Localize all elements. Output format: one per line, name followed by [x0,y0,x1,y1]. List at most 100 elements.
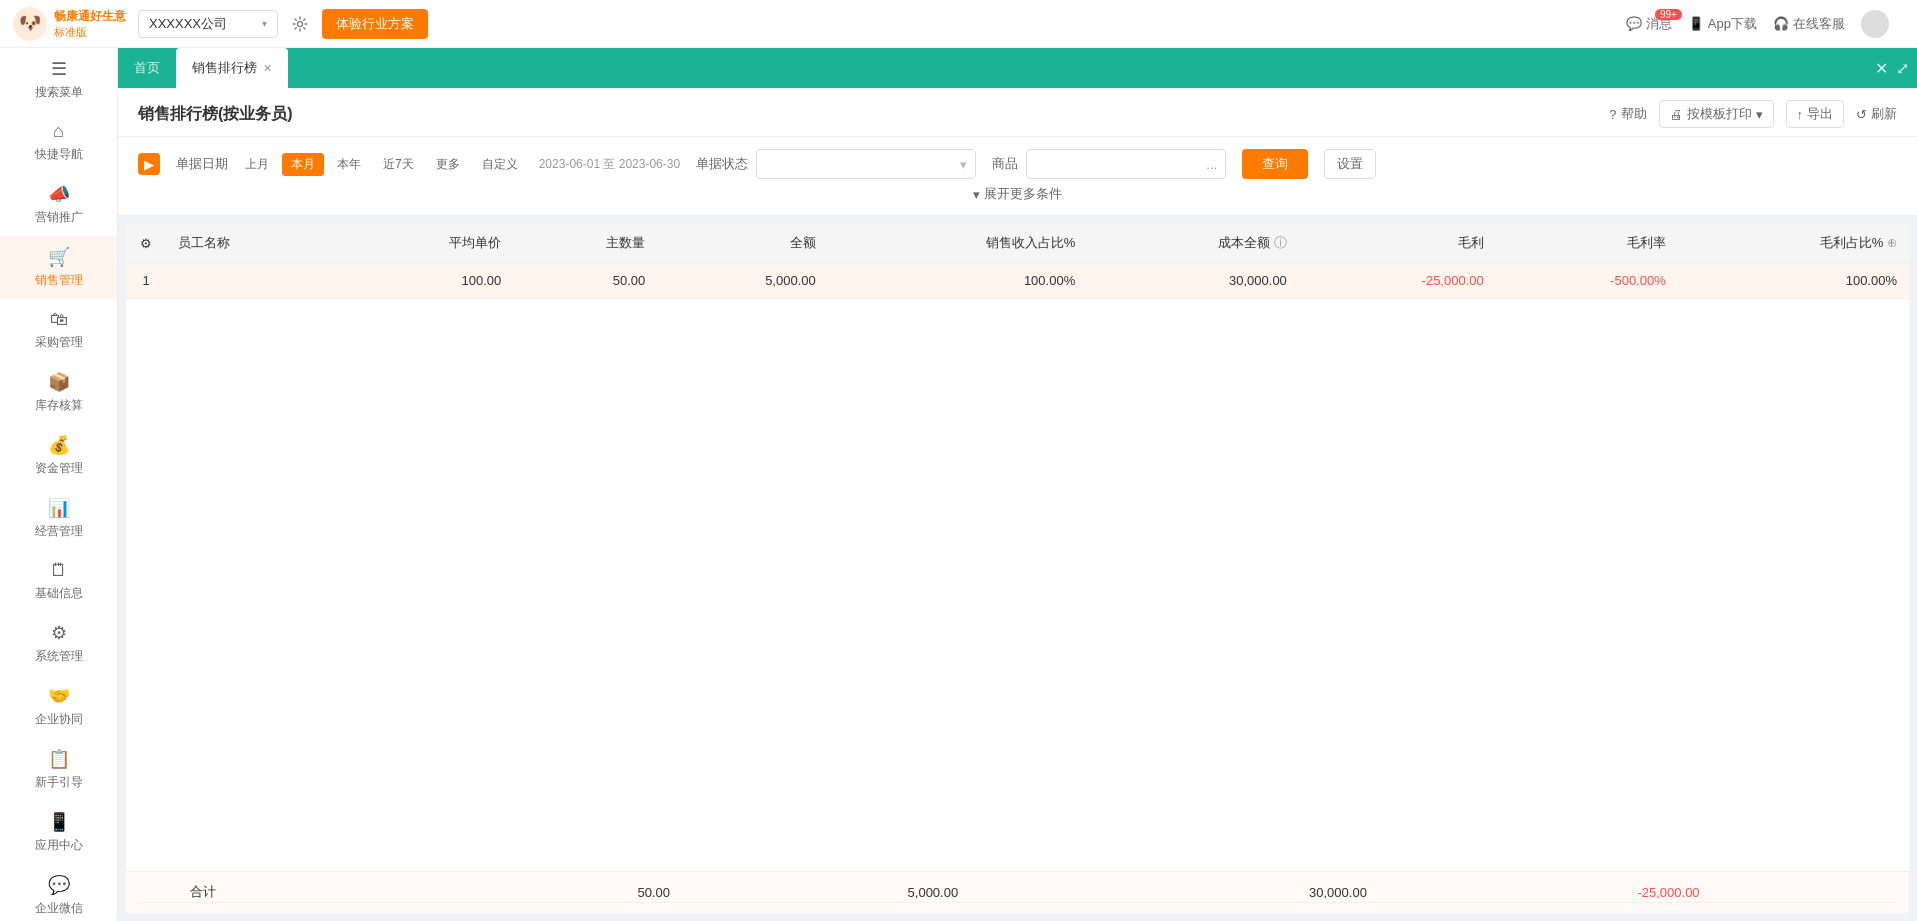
tab-sales-rank-label: 销售排行榜 [192,59,257,77]
headset-icon: 🎧 [1773,16,1789,31]
sidebar-label-operations: 经营管理 [35,523,83,540]
footer-row: 合计 50.00 5,000.00 30,000.00 -25,000.00 [138,882,1897,903]
gear-icon [292,16,308,32]
beginner-icon: 📋 [48,748,70,770]
logo-icon: 🐶 [12,6,48,42]
sidebar-item-quick-nav[interactable]: ⌂ 快捷导航 [0,111,117,173]
tab-home[interactable]: 首页 [118,48,176,88]
qty-cell: 50.00 [513,263,657,299]
print-chevron-icon: ▾ [1756,107,1763,122]
th-settings[interactable]: ⚙ [126,224,166,263]
sales-pct-cell: 100.00% [828,263,1087,299]
date-btn-7days[interactable]: 近7天 [374,153,423,176]
date-btn-this-month[interactable]: 本月 [282,153,324,176]
sidebar-item-wechat[interactable]: 💬 企业微信 [0,864,117,921]
logo: 🐶 畅康通好生意 标准版 [12,6,130,42]
sidebar-item-system[interactable]: ⚙ 系统管理 [0,612,117,675]
footer-table: 合计 50.00 5,000.00 30,000.00 -25,000.00 [138,882,1897,903]
footer-cost: 30,000.00 [1063,882,1379,903]
finance-icon: 💰 [48,434,70,456]
sidebar-label-sales: 销售管理 [35,272,83,289]
sidebar-label-wechat: 企业微信 [35,900,83,917]
company-selector[interactable]: XXXXXX公司 ▾ [138,10,278,38]
sales-rank-table: ⚙ 员工名称 平均单价 主数量 全额 销售收入占比% 成本全额 ⓘ 毛利 毛利率… [126,224,1909,299]
footer-label: 合计 [178,882,371,903]
more-icon[interactable]: ... [1206,157,1217,172]
sidebar: ☰ 搜索菜单 ⌂ 快捷导航 📣 营销推广 🛒 销售管理 🛍 采购管理 📦 库存核… [0,48,118,921]
refresh-icon: ↺ [1856,107,1867,122]
status-select[interactable]: ▾ [756,149,976,179]
query-button[interactable]: 查询 [1242,149,1308,179]
status-filter-group: 单据状态 ▾ [696,149,976,179]
date-btn-last-month[interactable]: 上月 [236,153,278,176]
settings-icon-btn[interactable] [286,10,314,38]
goods-select[interactable]: ... [1026,149,1226,179]
online-service-button[interactable]: 🎧 在线客服 [1773,15,1845,33]
sidebar-label-search: 搜索菜单 [35,84,83,101]
print-icon: 🖨 [1670,107,1683,122]
sidebar-item-operations[interactable]: 📊 经营管理 [0,487,117,550]
phone-icon: 📱 [1688,16,1704,31]
sidebar-item-app-center[interactable]: 📱 应用中心 [0,801,117,864]
footer-sales-pct [970,882,1063,903]
avg-price-cell: 100.00 [340,263,514,299]
date-btn-more[interactable]: 更多 [427,153,469,176]
gross-pct-settings-icon[interactable]: ⊕ [1887,235,1897,250]
th-amount: 全额 [657,224,827,263]
gross-pct-cell: 100.00% [1678,263,1909,299]
date-btn-custom[interactable]: 自定义 [473,153,527,176]
cost-cell: 30,000.00 [1087,263,1299,299]
sidebar-item-beginner[interactable]: 📋 新手引导 [0,738,117,801]
sidebar-item-purchase[interactable]: 🛍 采购管理 [0,299,117,361]
filter-expand-button[interactable]: ▶ [138,153,160,175]
sidebar-item-marketing[interactable]: 📣 营销推广 [0,173,117,236]
chevron-down-icon: ▾ [262,18,267,29]
svg-point-2 [298,21,303,26]
sidebar-item-inventory[interactable]: 📦 库存核算 [0,361,117,424]
sidebar-label-beginner: 新手引导 [35,774,83,791]
trial-button[interactable]: 体验行业方案 [322,9,428,39]
print-template-button[interactable]: 🖨 按模板打印 ▾ [1659,100,1774,128]
export-button[interactable]: ↑ 导出 [1786,100,1845,128]
sidebar-label-purchase: 采购管理 [35,334,83,351]
sidebar-item-sales[interactable]: 🛒 销售管理 [0,236,117,299]
expand-chevron-icon: ▾ [973,187,980,202]
table-scroll: ⚙ 员工名称 平均单价 主数量 全额 销售收入占比% 成本全额 ⓘ 毛利 毛利率… [126,224,1909,871]
purchase-icon: 🛍 [50,309,68,330]
goods-filter-group: 商品 ... [992,149,1226,179]
tab-restore-icon[interactable]: ⤢ [1896,59,1909,78]
th-gross-pct: 毛利占比% ⊕ [1678,224,1909,263]
table-wrapper: ⚙ 员工名称 平均单价 主数量 全额 销售收入占比% 成本全额 ⓘ 毛利 毛利率… [126,224,1909,913]
sidebar-item-finance[interactable]: 💰 资金管理 [0,424,117,487]
sidebar-item-enterprise-collab[interactable]: 🤝 企业协同 [0,675,117,738]
footer-amount: 5,000.00 [682,882,970,903]
sidebar-item-search-order[interactable]: ☰ 搜索菜单 [0,48,117,111]
sidebar-label-inventory: 库存核算 [35,397,83,414]
sidebar-item-basic-info[interactable]: 🗒 基础信息 [0,550,117,612]
refresh-button[interactable]: ↺ 刷新 [1856,105,1897,123]
content-area: 首页 销售排行榜 ✕ ✕ ⤢ 销售排行榜(按业务员) ? 帮助 [118,48,1917,921]
date-btn-this-year[interactable]: 本年 [328,153,370,176]
page-title-row: 销售排行榜(按业务员) ? 帮助 🖨 按模板打印 ▾ ↑ [138,100,1897,128]
footer-qty: 50.00 [464,882,682,903]
date-filter-label: 单据日期 [176,155,228,173]
tab-close-all-icon[interactable]: ✕ [1875,59,1888,78]
tab-sales-rank[interactable]: 销售排行榜 ✕ [176,48,288,88]
filter-area: ▶ 单据日期 上月 本月 本年 近7天 更多 自定义 2023-06-01 至 … [118,137,1917,216]
export-icon: ↑ [1797,107,1804,122]
expand-more-conditions[interactable]: ▾ 展开更多条件 [138,179,1897,203]
settings-button[interactable]: 设置 [1324,149,1376,179]
cost-info-icon[interactable]: ⓘ [1274,235,1287,250]
sidebar-label-quick: 快捷导航 [35,146,83,163]
avatar[interactable] [1861,10,1889,38]
help-button[interactable]: ? 帮助 [1609,105,1646,123]
tab-close-icon[interactable]: ✕ [263,62,272,75]
page-title: 销售排行榜(按业务员) [138,104,293,125]
message-button[interactable]: 💬 消息 99+ [1626,15,1672,33]
svg-text:🐶: 🐶 [19,12,42,34]
system-icon: ⚙ [51,622,67,644]
app-download-button[interactable]: 📱 App下载 [1688,15,1757,33]
chevron-right-icon: ▶ [144,157,154,172]
th-gross: 毛利 [1299,224,1496,263]
table-header: ⚙ 员工名称 平均单价 主数量 全额 销售收入占比% 成本全额 ⓘ 毛利 毛利率… [126,224,1909,263]
